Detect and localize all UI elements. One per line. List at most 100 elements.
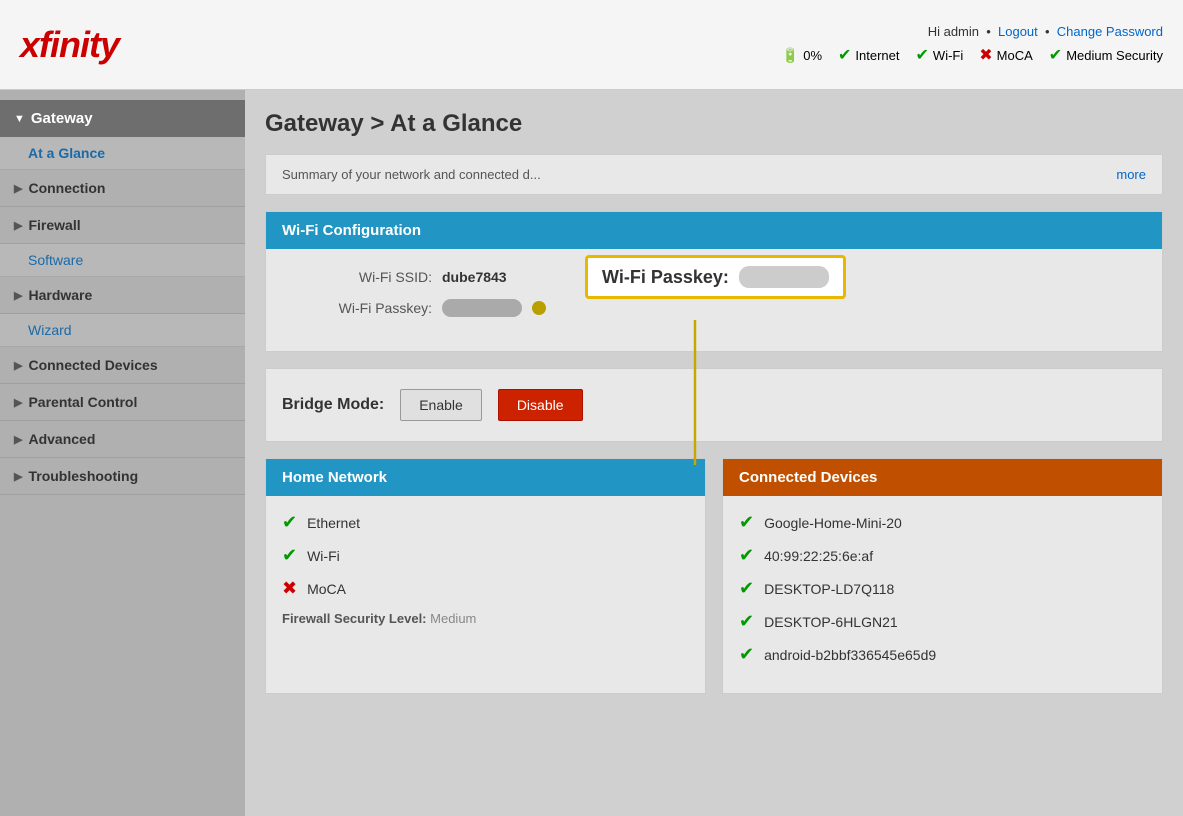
device-ok-icon-4: ✔ [739,644,754,665]
connection-arrow-icon: ▶ [14,182,22,195]
internet-label: Internet [855,48,899,63]
device-row-0: ✔ Google-Home-Mini-20 [739,512,1146,533]
tooltip-passkey-value [739,266,829,288]
sidebar-item-at-a-glance[interactable]: At a Glance [0,137,245,170]
connection-label: Connection [28,180,105,196]
moca-status: ✖ MoCA [979,45,1033,65]
device-label-0: Google-Home-Mini-20 [764,515,902,531]
troubleshooting-arrow-icon: ▶ [14,470,22,483]
firewall-security-row: Firewall Security Level: Medium [282,611,689,626]
internet-status: ✔ Internet [838,45,900,65]
sidebar-item-advanced[interactable]: ▶ Advanced [0,421,245,458]
passkey-label: Wi-Fi Passkey: [282,300,442,316]
device-label-4: android-b2bbf336545e65d9 [764,647,936,663]
wifi-ok-icon: ✔ [916,45,929,65]
sidebar-gateway-header[interactable]: ▼ Gateway [0,100,245,137]
summary-bar: Summary of your network and connected d.… [265,154,1163,195]
sidebar-item-troubleshooting[interactable]: ▶ Troubleshooting [0,458,245,495]
change-password-link[interactable]: Change Password [1057,24,1163,39]
disable-bridge-button[interactable]: Disable [498,389,583,421]
moca-label: MoCA [997,48,1033,63]
passkey-row: Wi-Fi Passkey: [282,299,1146,317]
sidebar-item-connection[interactable]: ▶ Connection [0,170,245,207]
wizard-label: Wizard [28,322,72,338]
wifi-config-header: Wi-Fi Configuration [266,212,1162,249]
header: xfinity Hi admin • Logout • Change Passw… [0,0,1183,90]
sidebar-item-firewall[interactable]: ▶ Firewall [0,207,245,244]
sidebar-item-connected-devices[interactable]: ▶ Connected Devices [0,347,245,384]
connected-devices-header: Connected Devices [723,459,1162,496]
wifi-row: ✔ Wi-Fi [282,545,689,566]
logout-link[interactable]: Logout [998,24,1038,39]
greeting-text: Hi admin [928,24,979,39]
ssid-label: Wi-Fi SSID: [282,269,442,285]
at-a-glance-label: At a Glance [28,145,105,161]
gateway-arrow-icon: ▼ [14,113,25,125]
ethernet-label: Ethernet [307,515,360,531]
logo-text: xfinity [20,24,119,65]
device-label-2: DESKTOP-LD7Q118 [764,581,894,597]
moca-row-label: MoCA [307,581,346,597]
xfinity-logo: xfinity [20,24,119,66]
summary-text: Summary of your network and connected d.… [282,167,541,182]
battery-status: 🔋 0% [782,47,822,64]
wifi-status: ✔ Wi-Fi [916,45,964,65]
connected-devices-arrow-icon: ▶ [14,359,22,372]
moca-row: ✖ MoCA [282,578,689,599]
connected-devices-label: Connected Devices [28,357,157,373]
internet-ok-icon: ✔ [838,45,851,65]
bottom-columns: Home Network ✔ Ethernet ✔ Wi-Fi ✖ MoCA [265,458,1163,694]
wifi-passkey-tooltip: Wi-Fi Passkey: [585,255,846,299]
device-ok-icon-1: ✔ [739,545,754,566]
user-bar: Hi admin • Logout • Change Password [782,24,1163,39]
tooltip-passkey-label: Wi-Fi Passkey: [602,267,729,288]
bridge-mode-label: Bridge Mode: [282,396,384,414]
device-ok-icon-0: ✔ [739,512,754,533]
connected-devices-body: ✔ Google-Home-Mini-20 ✔ 40:99:22:25:6e:a… [723,496,1162,693]
security-status: ✔ Medium Security [1049,45,1163,65]
parental-label: Parental Control [28,394,137,410]
main-content: Gateway > At a Glance Summary of your ne… [245,90,1183,816]
ethernet-ok-icon: ✔ [282,512,297,533]
page-title: Gateway > At a Glance [265,110,1163,138]
firewall-security-value: Medium [430,611,476,626]
header-right: Hi admin • Logout • Change Password 🔋 0%… [782,24,1163,65]
troubleshooting-label: Troubleshooting [28,468,138,484]
parental-arrow-icon: ▶ [14,396,22,409]
firewall-label: Firewall [28,217,80,233]
firewall-arrow-icon: ▶ [14,219,22,232]
enable-bridge-button[interactable]: Enable [400,389,482,421]
software-label: Software [28,252,83,268]
security-label: Medium Security [1066,48,1163,63]
sidebar: ▼ Gateway At a Glance ▶ Connection ▶ Fir… [0,90,245,816]
home-network-title: Home Network [282,469,387,486]
device-ok-icon-3: ✔ [739,611,754,632]
device-label-3: DESKTOP-6HLGN21 [764,614,898,630]
gateway-label: Gateway [31,110,93,127]
connected-devices-card: Connected Devices ✔ Google-Home-Mini-20 … [722,458,1163,694]
battery-pct: 0% [803,48,822,63]
wifi-label: Wi-Fi [933,48,963,63]
layout: ▼ Gateway At a Glance ▶ Connection ▶ Fir… [0,90,1183,816]
ethernet-row: ✔ Ethernet [282,512,689,533]
advanced-label: Advanced [28,431,95,447]
passkey-value [442,299,546,317]
more-link[interactable]: more [1116,167,1146,182]
device-row-3: ✔ DESKTOP-6HLGN21 [739,611,1146,632]
home-network-card: Home Network ✔ Ethernet ✔ Wi-Fi ✖ MoCA [265,458,706,694]
security-ok-icon: ✔ [1049,45,1062,65]
battery-icon: 🔋 [782,47,799,64]
hardware-arrow-icon: ▶ [14,289,22,302]
wifi-row-ok-icon: ✔ [282,545,297,566]
sidebar-item-parental-control[interactable]: ▶ Parental Control [0,384,245,421]
sidebar-item-hardware[interactable]: ▶ Hardware [0,277,245,314]
sidebar-item-software[interactable]: Software [0,244,245,277]
bridge-mode-section: Bridge Mode: Enable Disable [265,368,1163,442]
device-row-2: ✔ DESKTOP-LD7Q118 [739,578,1146,599]
status-bar: 🔋 0% ✔ Internet ✔ Wi-Fi ✖ MoCA ✔ Medium … [782,45,1163,65]
moca-err-icon-home: ✖ [282,578,297,599]
wifi-row-label: Wi-Fi [307,548,340,564]
device-label-1: 40:99:22:25:6e:af [764,548,873,564]
sidebar-item-wizard[interactable]: Wizard [0,314,245,347]
device-row-4: ✔ android-b2bbf336545e65d9 [739,644,1146,665]
